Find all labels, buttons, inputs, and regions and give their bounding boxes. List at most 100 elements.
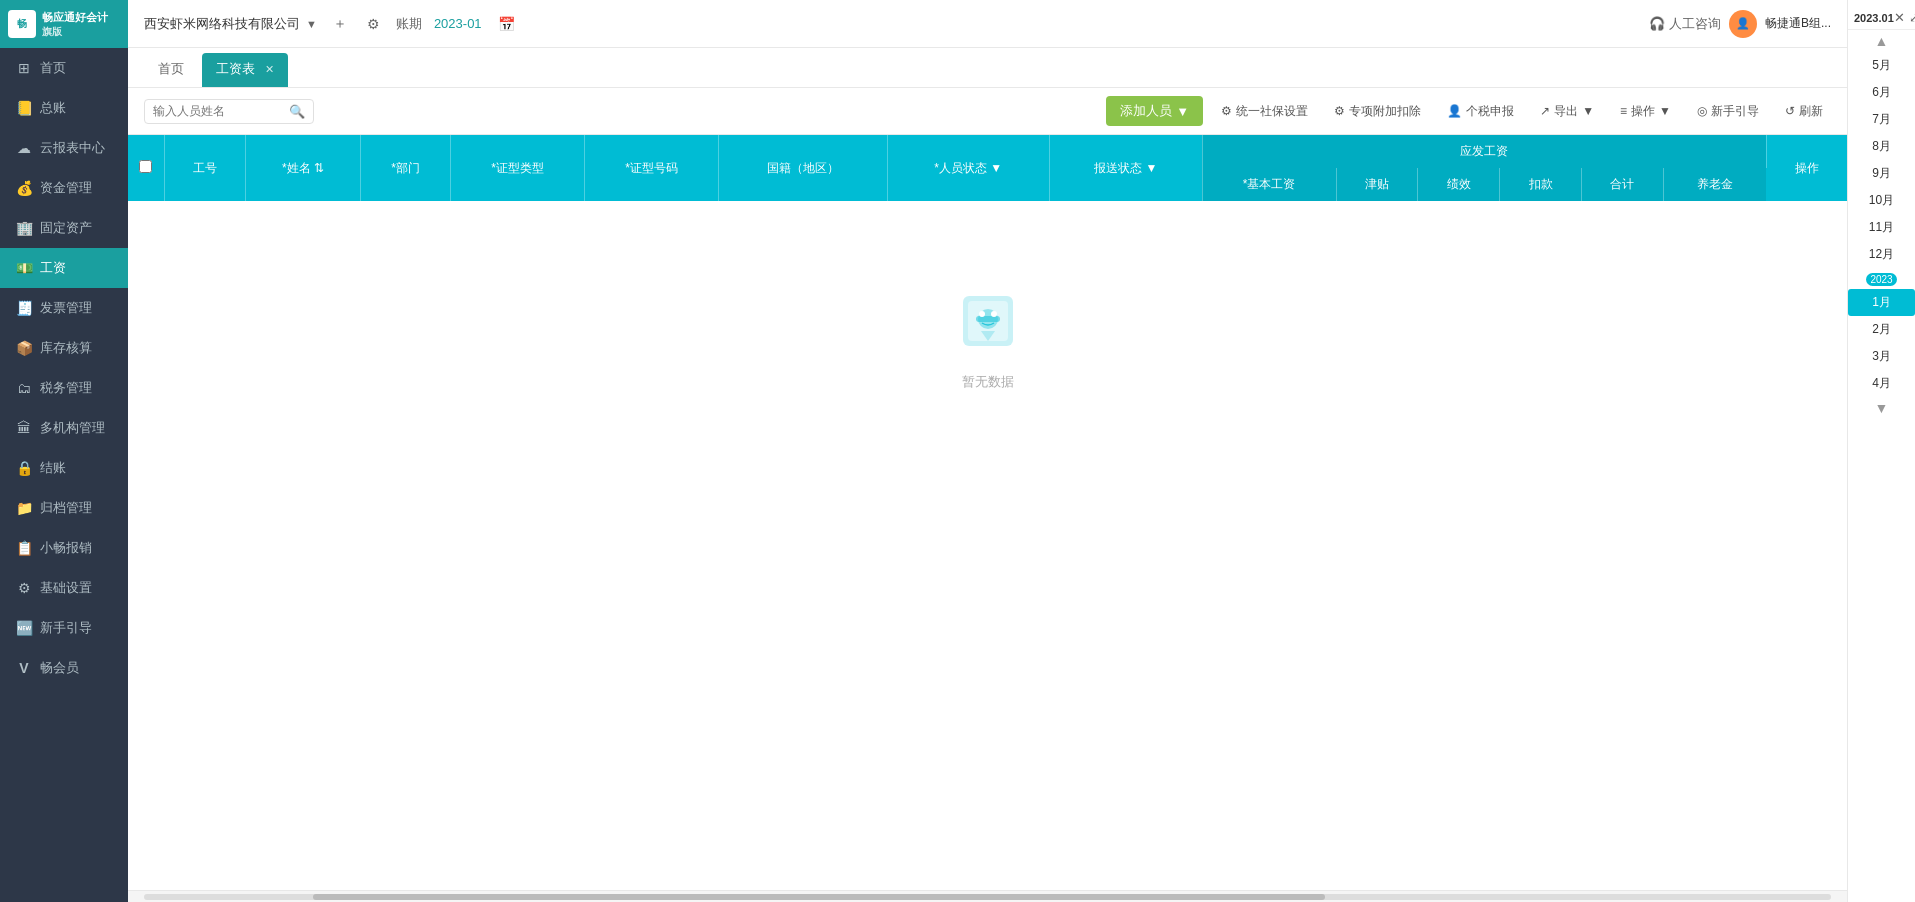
sidebar: 畅 畅应通好会计 旗版 ⊞ 首页 📒 总账 ☁ 云报表中心 💰 资金管理 🏢 固… [0, 0, 128, 902]
col-name: *姓名 ⇅ [246, 135, 361, 201]
ledger-icon: 📒 [16, 100, 32, 116]
month-item-11[interactable]: 11月 [1848, 214, 1915, 241]
cloud-icon: ☁ [16, 140, 32, 156]
settings-company-button[interactable]: ⚙ [363, 12, 384, 36]
month-item-4[interactable]: 4月 [1848, 370, 1915, 397]
empty-text: 暂无数据 [962, 373, 1014, 391]
sidebar-item-close[interactable]: 🔒 结账 [0, 448, 128, 488]
sidebar-item-member[interactable]: V 畅会员 [0, 648, 128, 688]
company-selector[interactable]: 西安虾米网络科技有限公司 ▼ [144, 15, 317, 33]
header: 西安虾米网络科技有限公司 ▼ ＋ ⚙ 账期 2023-01 📅 🎧 人工咨询 👤… [128, 0, 1847, 48]
home-icon: ⊞ [16, 60, 32, 76]
export-button[interactable]: ↗ 导出 ▼ [1532, 98, 1602, 125]
search-icon: 🔍 [289, 104, 305, 119]
fixed-assets-icon: 🏢 [16, 220, 32, 236]
period-value[interactable]: 2023-01 [434, 16, 482, 31]
sidebar-item-home[interactable]: ⊞ 首页 [0, 48, 128, 88]
horizontal-scrollbar[interactable] [128, 890, 1847, 902]
social-security-button[interactable]: ⚙ 统一社保设置 [1213, 98, 1316, 125]
invoice-icon: 🧾 [16, 300, 32, 316]
scroll-down-arrow[interactable]: ▼ [1848, 397, 1915, 419]
scrollbar-thumb[interactable] [313, 894, 1325, 900]
sidebar-item-cloud-report[interactable]: ☁ 云报表中心 [0, 128, 128, 168]
human-service-button[interactable]: 🎧 人工咨询 [1649, 15, 1721, 33]
special-deduct-button[interactable]: ⚙ 专项附加扣除 [1326, 98, 1429, 125]
col-pension: 养老金 [1663, 168, 1766, 201]
col-id: 工号 [164, 135, 246, 201]
select-all-checkbox[interactable] [139, 160, 152, 173]
col-dept: *部门 [360, 135, 450, 201]
sidebar-item-multi-org[interactable]: 🏛 多机构管理 [0, 408, 128, 448]
col-region: 国籍（地区） [718, 135, 887, 201]
close-panel-icon[interactable]: ✕ [1894, 10, 1905, 25]
multi-org-icon: 🏛 [16, 420, 32, 436]
period-header: 2023.01 [1854, 12, 1894, 24]
month-item-7[interactable]: 7月 [1848, 106, 1915, 133]
month-item-6[interactable]: 6月 [1848, 79, 1915, 106]
add-company-button[interactable]: ＋ [329, 11, 351, 37]
svg-point-4 [979, 311, 985, 317]
expense-icon: 📋 [16, 540, 32, 556]
table-container: 工号 *姓名 ⇅ *部门 *证型类型 *证型号码 国籍（地区） *人员状态 ▼ … [128, 135, 1847, 890]
archive-icon: 📁 [16, 500, 32, 516]
add-person-button[interactable]: 添加人员 ▼ [1106, 96, 1203, 126]
month-item-12[interactable]: 12月 [1848, 241, 1915, 268]
new-guide-button[interactable]: ◎ 新手引导 [1689, 98, 1767, 125]
export-icon: ↗ [1540, 104, 1550, 118]
calendar-icon[interactable]: 📅 [494, 12, 519, 36]
sidebar-item-settings[interactable]: ⚙ 基础设置 [0, 568, 128, 608]
month-item-9[interactable]: 9月 [1848, 160, 1915, 187]
col-checkbox[interactable] [128, 135, 164, 201]
col-allowance: 津贴 [1336, 168, 1418, 201]
sidebar-item-expense[interactable]: 📋 小畅报销 [0, 528, 128, 568]
sidebar-item-salary[interactable]: 💵 工资 [0, 248, 128, 288]
salary-table: 工号 *姓名 ⇅ *部门 *证型类型 *证型号码 国籍（地区） *人员状态 ▼ … [128, 135, 1847, 471]
operations-button[interactable]: ≡ 操作 ▼ [1612, 98, 1679, 125]
dropdown-arrow-icon: ▼ [1176, 104, 1189, 119]
expand-panel-icon[interactable]: ⤢ [1909, 10, 1915, 25]
refresh-button[interactable]: ↺ 刷新 [1777, 98, 1831, 125]
col-salary-group: 应发工资 [1202, 135, 1766, 168]
sidebar-item-archive[interactable]: 📁 归档管理 [0, 488, 128, 528]
toolbar-right: 添加人员 ▼ ⚙ 统一社保设置 ⚙ 专项附加扣除 👤 个税申报 ↗ 导出 ▼ ≡ [1106, 96, 1831, 126]
month-item-2[interactable]: 2月 [1848, 316, 1915, 343]
sidebar-item-inventory[interactable]: 📦 库存核算 [0, 328, 128, 368]
tab-salary-table[interactable]: 工资表 ✕ [202, 53, 288, 87]
sidebar-item-invoice[interactable]: 🧾 发票管理 [0, 288, 128, 328]
tab-home[interactable]: 首页 [144, 53, 198, 87]
report-filter-icon[interactable]: ▼ [1145, 161, 1157, 175]
year-badge: 2023 [1866, 273, 1896, 286]
sidebar-item-tax[interactable]: 🗂 税务管理 [0, 368, 128, 408]
empty-icon [948, 281, 1028, 361]
month-item-3[interactable]: 3月 [1848, 343, 1915, 370]
avatar-icon: 👤 [1736, 17, 1750, 30]
sidebar-item-fund[interactable]: 💰 资金管理 [0, 168, 128, 208]
close-period-icon: 🔒 [16, 460, 32, 476]
special-deduct-icon: ⚙ [1334, 104, 1345, 118]
member-icon: V [16, 660, 32, 676]
svg-rect-3 [976, 316, 1000, 322]
toolbar: 🔍 添加人员 ▼ ⚙ 统一社保设置 ⚙ 专项附加扣除 👤 个税申报 ↗ 导出 [128, 88, 1847, 135]
personal-tax-icon: 👤 [1447, 104, 1462, 118]
month-item-1[interactable]: 1月 [1848, 289, 1915, 316]
col-report-status: 报送状态 ▼ [1049, 135, 1202, 201]
salary-icon: 💵 [16, 260, 32, 276]
month-item-10[interactable]: 10月 [1848, 187, 1915, 214]
search-input[interactable] [153, 104, 283, 118]
tab-close-icon[interactable]: ✕ [265, 63, 274, 75]
status-filter-icon[interactable]: ▼ [990, 161, 1002, 175]
month-item-8[interactable]: 8月 [1848, 133, 1915, 160]
sidebar-item-guide[interactable]: 🆕 新手引导 [0, 608, 128, 648]
company-dropdown-icon: ▼ [306, 18, 317, 30]
tax-icon: 🗂 [16, 380, 32, 396]
col-deduction: 扣款 [1500, 168, 1582, 201]
scroll-up-arrow[interactable]: ▲ [1848, 30, 1915, 52]
user-avatar[interactable]: 👤 [1729, 10, 1757, 38]
guide-icon: 🆕 [16, 620, 32, 636]
sidebar-item-ledger[interactable]: 📒 总账 [0, 88, 128, 128]
sidebar-item-fixed-assets[interactable]: 🏢 固定资产 [0, 208, 128, 248]
personal-tax-button[interactable]: 👤 个税申报 [1439, 98, 1522, 125]
col-operations: 操作 [1766, 135, 1847, 201]
sort-icon[interactable]: ⇅ [314, 161, 324, 175]
month-item-5[interactable]: 5月 [1848, 52, 1915, 79]
